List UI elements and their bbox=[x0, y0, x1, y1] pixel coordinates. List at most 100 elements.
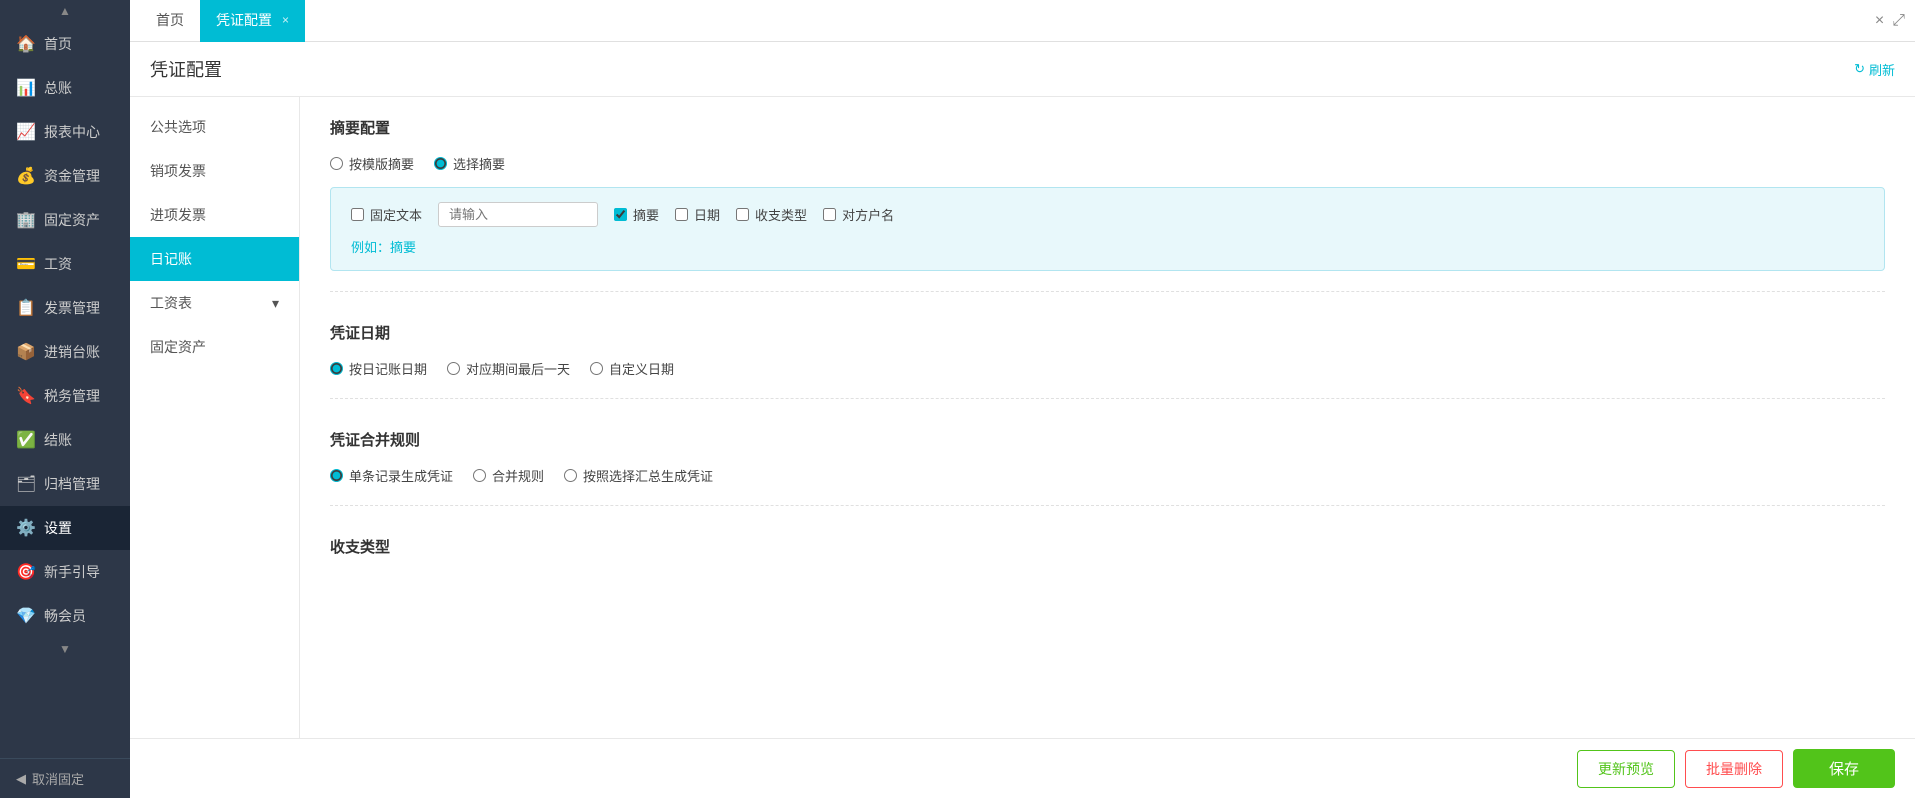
checkbox-counterparty-input[interactable] bbox=[823, 208, 836, 221]
sidebar-item-ledger[interactable]: 📊 总账 bbox=[0, 66, 130, 110]
content-area: 公共选项 销项发票 进项发票 日记账 工资表 ▾ 固定资产 摘要配置 bbox=[130, 97, 1915, 738]
example-value: 摘要 bbox=[390, 240, 416, 255]
radio-journal-date[interactable]: 按日记账日期 bbox=[330, 359, 427, 378]
summary-section-title: 摘要配置 bbox=[330, 117, 1885, 138]
fixed-text-input[interactable] bbox=[438, 202, 598, 227]
merge-section: 凭证合并规则 单条记录生成凭证 合并规则 按照选择汇总生成凭证 bbox=[330, 429, 1885, 506]
purchase-icon: 📦 bbox=[16, 342, 36, 362]
sidebar-item-tax[interactable]: 🔖 税务管理 bbox=[0, 374, 130, 418]
left-nav-fixed-asset-label: 固定资产 bbox=[150, 337, 206, 357]
radio-merge-rule-input[interactable] bbox=[473, 469, 486, 482]
checkbox-fixed-text-label: 固定文本 bbox=[370, 205, 422, 224]
tab-bar-controls: × ⤢ bbox=[1875, 12, 1905, 30]
sidebar-item-report[interactable]: 📈 报表中心 bbox=[0, 110, 130, 154]
merge-section-title: 凭证合并规则 bbox=[330, 429, 1885, 450]
checkbox-summary-label: 摘要 bbox=[633, 205, 659, 224]
unpin-icon: ◀ bbox=[16, 771, 26, 787]
tab-close-button[interactable]: × bbox=[282, 13, 289, 27]
archive-icon: 🗂 bbox=[16, 474, 36, 494]
left-nav-fixed-asset[interactable]: 固定资产 bbox=[130, 325, 299, 369]
radio-select-merge[interactable]: 按照选择汇总生成凭证 bbox=[564, 466, 713, 485]
checkbox-fixed-text[interactable]: 固定文本 bbox=[351, 205, 422, 224]
sidebar-scroll-up[interactable]: ▲ bbox=[0, 0, 130, 22]
sidebar-item-archive[interactable]: 🗂 归档管理 bbox=[0, 462, 130, 506]
checkbox-summary-input[interactable] bbox=[614, 208, 627, 221]
update-preview-button[interactable]: 更新预览 bbox=[1577, 750, 1675, 788]
page-header: 凭证配置 ↻ 刷新 bbox=[130, 42, 1915, 97]
radio-last-day-input[interactable] bbox=[447, 362, 460, 375]
radio-last-day[interactable]: 对应期间最后一天 bbox=[447, 359, 570, 378]
main-area: 首页 凭证配置 × × ⤢ 凭证配置 ↻ 刷新 公共选项 销项发票 进 bbox=[130, 0, 1915, 798]
checkbox-date-input[interactable] bbox=[675, 208, 688, 221]
radio-template-summary-input[interactable] bbox=[330, 157, 343, 170]
save-button[interactable]: 保存 bbox=[1793, 749, 1895, 788]
tab-voucher-config[interactable]: 凭证配置 × bbox=[200, 0, 305, 42]
radio-select-merge-input[interactable] bbox=[564, 469, 577, 482]
summary-radio-group: 按模版摘要 选择摘要 bbox=[330, 154, 1885, 173]
radio-single[interactable]: 单条记录生成凭证 bbox=[330, 466, 453, 485]
radio-merge-rule[interactable]: 合并规则 bbox=[473, 466, 544, 485]
example-prefix: 例如： bbox=[351, 240, 390, 255]
left-nav-purchase-label: 进项发票 bbox=[150, 205, 206, 225]
sidebar-item-settings[interactable]: ⚙️ 设置 bbox=[0, 506, 130, 550]
radio-custom-date[interactable]: 自定义日期 bbox=[590, 359, 674, 378]
left-nav-salary-table[interactable]: 工资表 ▾ bbox=[130, 281, 299, 325]
sidebar-label-archive: 归档管理 bbox=[44, 474, 100, 494]
sidebar-label-asset: 固定资产 bbox=[44, 210, 100, 230]
radio-template-summary[interactable]: 按模版摘要 bbox=[330, 154, 414, 173]
sidebar-item-home[interactable]: 🏠 首页 bbox=[0, 22, 130, 66]
checkbox-fixed-text-input[interactable] bbox=[351, 208, 364, 221]
radio-custom-date-input[interactable] bbox=[590, 362, 603, 375]
sidebar: ▲ 🏠 首页 📊 总账 📈 报表中心 💰 资金管理 🏢 固定资产 💳 工资 📋 … bbox=[0, 0, 130, 798]
radio-single-input[interactable] bbox=[330, 469, 343, 482]
tab-expand-icon[interactable]: ⤢ bbox=[1892, 12, 1905, 30]
sidebar-label-fund: 资金管理 bbox=[44, 166, 100, 186]
tab-home-label: 首页 bbox=[156, 10, 184, 30]
sidebar-item-purchase[interactable]: 📦 进销台账 bbox=[0, 330, 130, 374]
radio-journal-date-label: 按日记账日期 bbox=[349, 359, 427, 378]
vip-icon: 💎 bbox=[16, 606, 36, 626]
sidebar-item-invoice[interactable]: 📋 发票管理 bbox=[0, 286, 130, 330]
date-section: 凭证日期 按日记账日期 对应期间最后一天 自定义日期 bbox=[330, 322, 1885, 399]
refresh-button[interactable]: ↻ 刷新 bbox=[1854, 60, 1895, 79]
batch-delete-button[interactable]: 批量删除 bbox=[1685, 750, 1783, 788]
sidebar-label-ledger: 总账 bbox=[44, 78, 72, 98]
tab-home[interactable]: 首页 bbox=[140, 0, 200, 42]
summary-checkbox-row: 固定文本 摘要 日期 收支类型 bbox=[351, 202, 1864, 227]
sidebar-unpin-button[interactable]: ◀ 取消固定 bbox=[0, 758, 130, 798]
checkbox-income-type-label: 收支类型 bbox=[755, 205, 807, 224]
sidebar-item-fund[interactable]: 💰 资金管理 bbox=[0, 154, 130, 198]
sidebar-scroll-down[interactable]: ▼ bbox=[0, 638, 130, 660]
left-nav-journal-label: 日记账 bbox=[150, 249, 192, 269]
left-nav-public[interactable]: 公共选项 bbox=[130, 105, 299, 149]
radio-select-summary-input[interactable] bbox=[434, 157, 447, 170]
checkbox-counterparty[interactable]: 对方户名 bbox=[823, 205, 894, 224]
checkbox-summary[interactable]: 摘要 bbox=[614, 205, 659, 224]
radio-select-summary[interactable]: 选择摘要 bbox=[434, 154, 505, 173]
radio-single-label: 单条记录生成凭证 bbox=[349, 466, 453, 485]
settle-icon: ✅ bbox=[16, 430, 36, 450]
sidebar-item-asset[interactable]: 🏢 固定资产 bbox=[0, 198, 130, 242]
checkbox-income-type-input[interactable] bbox=[736, 208, 749, 221]
sidebar-item-settle[interactable]: ✅ 结账 bbox=[0, 418, 130, 462]
left-nav-public-label: 公共选项 bbox=[150, 117, 206, 137]
sidebar-item-vip[interactable]: 💎 畅会员 bbox=[0, 594, 130, 638]
sidebar-label-vip: 畅会员 bbox=[44, 606, 86, 626]
refresh-icon: ↻ bbox=[1854, 61, 1865, 77]
radio-journal-date-input[interactable] bbox=[330, 362, 343, 375]
radio-template-summary-label: 按模版摘要 bbox=[349, 154, 414, 173]
sidebar-item-payroll[interactable]: 💳 工资 bbox=[0, 242, 130, 286]
sidebar-label-tax: 税务管理 bbox=[44, 386, 100, 406]
home-icon: 🏠 bbox=[16, 34, 36, 54]
left-nav-journal[interactable]: 日记账 bbox=[130, 237, 299, 281]
tab-close-icon[interactable]: × bbox=[1875, 12, 1884, 30]
fund-icon: 💰 bbox=[16, 166, 36, 186]
checkbox-income-type[interactable]: 收支类型 bbox=[736, 205, 807, 224]
checkbox-date[interactable]: 日期 bbox=[675, 205, 720, 224]
tab-bar: 首页 凭证配置 × × ⤢ bbox=[130, 0, 1915, 42]
sidebar-label-home: 首页 bbox=[44, 34, 72, 54]
left-nav-sales[interactable]: 销项发票 bbox=[130, 149, 299, 193]
left-nav-purchase-invoice[interactable]: 进项发票 bbox=[130, 193, 299, 237]
sidebar-item-guide[interactable]: 🎯 新手引导 bbox=[0, 550, 130, 594]
summary-box: 固定文本 摘要 日期 收支类型 bbox=[330, 187, 1885, 271]
